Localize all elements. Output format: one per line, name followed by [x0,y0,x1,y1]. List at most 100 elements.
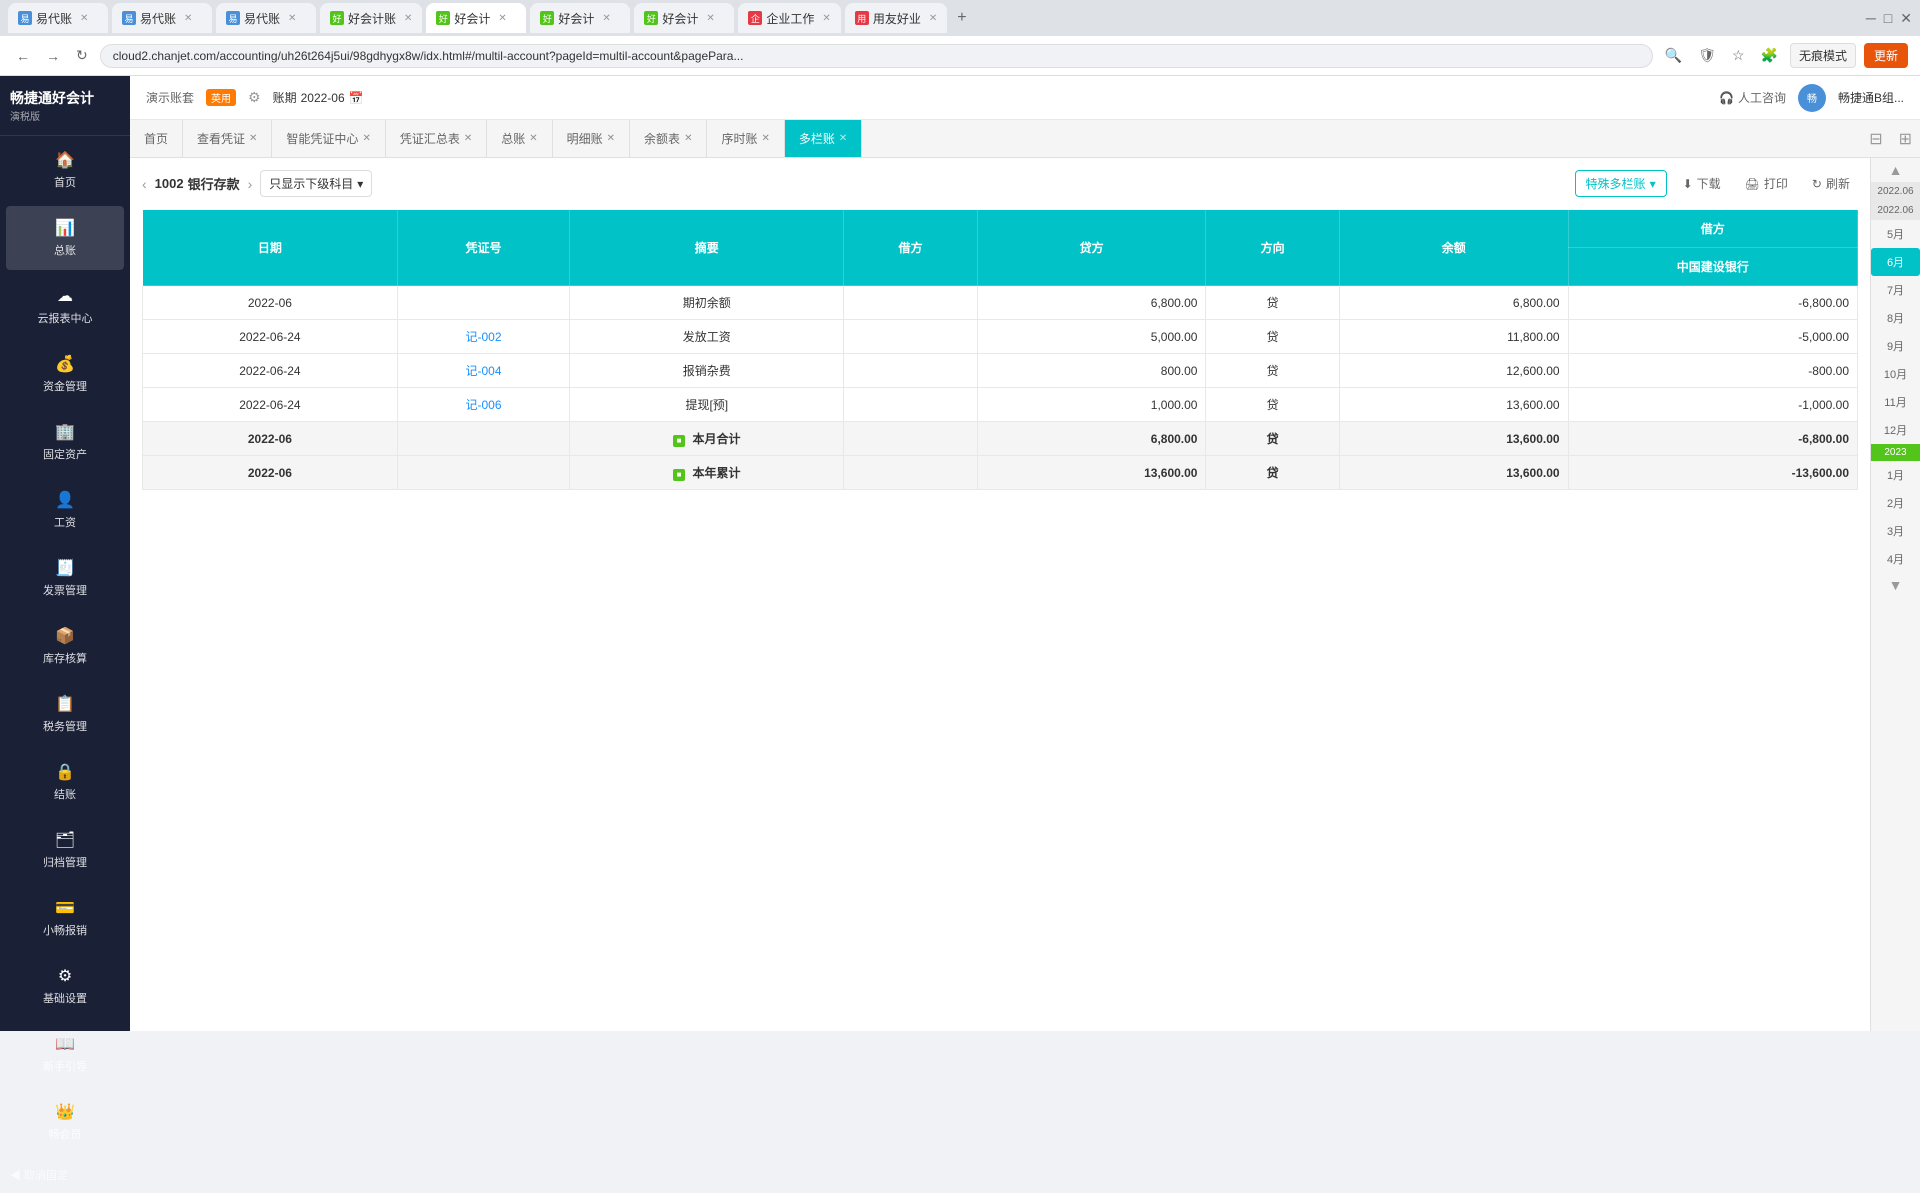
tab-6-close[interactable]: ✕ [602,13,610,24]
browser-tab-3[interactable]: 易 易代账 ✕ [216,3,316,33]
tab-detail-close[interactable]: ✕ [607,133,615,144]
browser-tab-9[interactable]: 用 用友好业 ✕ [845,3,947,33]
back-button[interactable]: ← [12,46,34,66]
tab-smart[interactable]: 智能凭证中心 ✕ [272,120,385,157]
sidebar-item-tax[interactable]: 📋 税务管理 [6,682,124,746]
tab-sequence-close[interactable]: ✕ [761,133,769,144]
sidebar-item-home[interactable]: 🏠 首页 [6,138,124,202]
cal-month-apr[interactable]: 4月 [1871,545,1920,573]
sidebar-item-settings[interactable]: ⚙ 基础设置 [6,954,124,1018]
tab-summary-close[interactable]: ✕ [464,133,472,144]
forward-button[interactable]: → [42,46,64,66]
cal-month-jul[interactable]: 7月 [1871,276,1920,304]
cell-voucher-3[interactable]: 记-006 [397,388,569,422]
tab-3-icon: 易 [226,11,240,25]
tab-voucher[interactable]: 查看凭证 ✕ [183,120,272,157]
usage-tag: 英用 [206,89,236,106]
sidebar-item-payroll[interactable]: 👤 工资 [6,478,124,542]
cal-month-feb[interactable]: 2月 [1871,489,1920,517]
tab-4-close[interactable]: ✕ [404,13,412,24]
account-next-button[interactable]: › [248,176,253,192]
cal-header-1: 2022.06 [1871,182,1920,201]
special-multi-button[interactable]: 特殊多栏账 ▾ [1575,170,1667,197]
download-button[interactable]: ⬇ 下载 [1675,170,1729,197]
tab-9-close[interactable]: ✕ [929,13,937,24]
user-avatar: 畅 [1798,84,1826,112]
tab-balance[interactable]: 余额表 ✕ [630,120,707,157]
calendar-up-arrow[interactable]: ▲ [1871,158,1920,182]
sidebar-item-assets[interactable]: 🏢 固定资产 [6,410,124,474]
bookmark-icon[interactable]: ☆ [1728,45,1749,66]
sidebar-item-funds[interactable]: 💰 资金管理 [6,342,124,406]
tab-summary[interactable]: 凭证汇总表 ✕ [386,120,487,157]
url-input[interactable] [100,44,1653,68]
search-icon[interactable]: 🔍 [1661,45,1686,66]
reports-icon: ☁ [57,286,73,306]
collapse-tab-button[interactable]: ⊟ [1861,121,1890,157]
tab-multi[interactable]: 多栏账 ✕ [785,120,862,157]
filter-dropdown[interactable]: 只显示下级科目 ▾ [260,170,372,197]
cell-voucher-2[interactable]: 记-004 [397,354,569,388]
tab-5-close[interactable]: ✕ [498,13,506,24]
cal-month-jan[interactable]: 1月 [1871,461,1920,489]
cal-month-jun[interactable]: 6月 [1871,248,1920,276]
browser-tab-4[interactable]: 好 好会计账 ✕ [320,3,422,33]
tab-1-close[interactable]: ✕ [80,13,88,24]
tab-voucher-close[interactable]: ✕ [249,133,257,144]
shield-icon[interactable]: 🛡 [1694,45,1720,66]
cal-month-may[interactable]: 5月 [1871,220,1920,248]
tab-7-close[interactable]: ✕ [706,13,714,24]
sidebar-item-close[interactable]: 🔒 结账 [6,750,124,814]
tab-multi-close[interactable]: ✕ [839,133,847,144]
tab-8-close[interactable]: ✕ [822,13,830,24]
browser-tab-8[interactable]: 企 企业工作 ✕ [738,3,840,33]
calendar-icon[interactable]: 📅 [349,91,364,105]
no-trace-button[interactable]: 无痕模式 [1790,43,1856,68]
sidebar-item-archive[interactable]: 🗂 归档管理 [6,818,124,882]
tab-3-close[interactable]: ✕ [288,13,296,24]
browser-tab-2[interactable]: 易 易代账 ✕ [112,3,212,33]
cell-voucher-1[interactable]: 记-002 [397,320,569,354]
cal-month-oct[interactable]: 10月 [1871,360,1920,388]
tab-home[interactable]: 首页 [130,120,183,157]
tab-general-close[interactable]: ✕ [529,133,537,144]
update-button[interactable]: 更新 [1864,43,1908,68]
cal-month-dec[interactable]: 12月 [1871,416,1920,444]
extensions-icon[interactable]: 🧩 [1757,45,1782,66]
tab-detail[interactable]: 明细账 ✕ [553,120,630,157]
sidebar-item-invoice[interactable]: 🧾 发票管理 [6,546,124,610]
settings-cog-icon[interactable]: ⚙ [248,89,261,106]
sidebar-footer-collapse[interactable]: ◀ 取消固定 [0,1156,130,1193]
refresh-button[interactable]: ↻ 刷新 [1804,170,1858,197]
browser-tab-6[interactable]: 好 好会计 ✕ [530,3,630,33]
account-prev-button[interactable]: ‹ [142,176,147,192]
cal-month-nov[interactable]: 11月 [1871,388,1920,416]
cal-month-aug[interactable]: 8月 [1871,304,1920,332]
cal-month-sep[interactable]: 9月 [1871,332,1920,360]
close-window-button[interactable]: ✕ [1900,10,1912,27]
sidebar-item-guide[interactable]: 📖 新手引导 [6,1022,124,1086]
maximize-button[interactable]: □ [1884,10,1892,27]
sidebar-item-expense[interactable]: 💳 小畅报销 [6,886,124,950]
calendar-down-arrow[interactable]: ▼ [1871,573,1920,597]
expand-tab-button[interactable]: ⊞ [1891,121,1920,157]
browser-tab-1[interactable]: 易 易代账 ✕ [8,3,108,33]
new-tab-button[interactable]: + [951,9,972,27]
browser-tab-7[interactable]: 好 好会计 ✕ [634,3,734,33]
tab-balance-close[interactable]: ✕ [684,133,692,144]
sidebar-item-ledger[interactable]: 📊 总账 [6,206,124,270]
print-button[interactable]: 🖨 打印 [1737,170,1796,197]
cal-month-mar[interactable]: 3月 [1871,517,1920,545]
reload-button[interactable]: ↻ [72,45,92,66]
tab-smart-close[interactable]: ✕ [362,133,370,144]
tab-sequence[interactable]: 序时账 ✕ [707,120,784,157]
tab-general[interactable]: 总账 ✕ [487,120,552,157]
sidebar-item-inventory[interactable]: 📦 库存核算 [6,614,124,678]
ai-consult-button[interactable]: 🎧 人工咨询 [1719,89,1786,106]
sidebar-item-member[interactable]: 👑 畅会员 [6,1090,124,1154]
minimize-button[interactable]: ─ [1866,10,1876,27]
browser-tab-5[interactable]: 好 好会计 ✕ [426,3,526,33]
refresh-icon: ↻ [1812,177,1822,191]
tab-2-close[interactable]: ✕ [184,13,192,24]
sidebar-item-reports[interactable]: ☁ 云报表中心 [6,274,124,338]
